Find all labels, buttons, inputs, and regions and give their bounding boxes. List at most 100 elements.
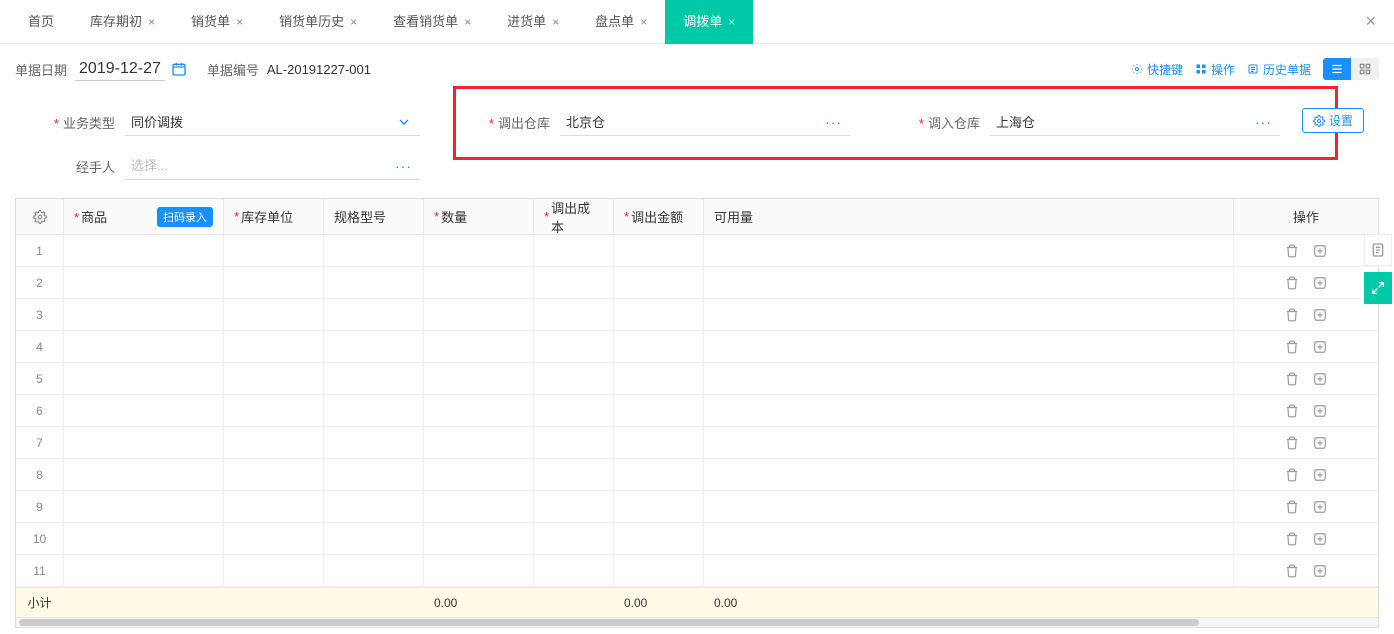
table-row[interactable]: 6	[16, 395, 1378, 427]
add-row-icon[interactable]	[1313, 372, 1327, 386]
close-icon[interactable]: ×	[350, 0, 357, 44]
settings-button[interactable]: 设置	[1302, 108, 1364, 133]
cell-amount[interactable]	[614, 459, 704, 490]
in-wh-input[interactable]	[990, 108, 1280, 136]
delete-row-icon[interactable]	[1285, 468, 1299, 482]
cell-spec[interactable]	[324, 395, 424, 426]
add-row-icon[interactable]	[1313, 436, 1327, 450]
cell-product[interactable]	[64, 491, 224, 522]
table-row[interactable]: 8	[16, 459, 1378, 491]
cell-cost[interactable]	[534, 299, 614, 330]
delete-row-icon[interactable]	[1285, 276, 1299, 290]
cell-unit[interactable]	[224, 427, 324, 458]
delete-row-icon[interactable]	[1285, 436, 1299, 450]
close-icon[interactable]: ×	[552, 0, 559, 44]
add-row-icon[interactable]	[1313, 308, 1327, 322]
cell-spec[interactable]	[324, 267, 424, 298]
cell-product[interactable]	[64, 363, 224, 394]
cell-cost[interactable]	[534, 491, 614, 522]
cell-product[interactable]	[64, 267, 224, 298]
tab-transfer-order[interactable]: 调拨单×	[665, 0, 753, 44]
cell-amount[interactable]	[614, 491, 704, 522]
cell-unit[interactable]	[224, 299, 324, 330]
gear-column[interactable]	[16, 199, 64, 234]
cell-cost[interactable]	[534, 427, 614, 458]
table-row[interactable]: 1	[16, 235, 1378, 267]
cell-product[interactable]	[64, 523, 224, 554]
tab-view-sales[interactable]: 查看销货单×	[375, 0, 489, 44]
tab-sales-history[interactable]: 销货单历史×	[261, 0, 375, 44]
cell-qty[interactable]	[424, 331, 534, 362]
close-icon[interactable]: ×	[236, 0, 243, 44]
cell-amount[interactable]	[614, 235, 704, 266]
cell-amount[interactable]	[614, 331, 704, 362]
cell-qty[interactable]	[424, 491, 534, 522]
table-row[interactable]: 3	[16, 299, 1378, 331]
close-icon[interactable]: ×	[464, 0, 471, 44]
scrollbar-thumb[interactable]	[19, 619, 1199, 626]
tab-inventory-init[interactable]: 库存期初×	[72, 0, 173, 44]
close-icon[interactable]: ×	[728, 0, 735, 44]
cell-product[interactable]	[64, 331, 224, 362]
cell-qty[interactable]	[424, 395, 534, 426]
delete-row-icon[interactable]	[1285, 308, 1299, 322]
cell-amount[interactable]	[614, 267, 704, 298]
cell-product[interactable]	[64, 427, 224, 458]
expand-icon[interactable]	[1364, 272, 1392, 304]
cell-unit[interactable]	[224, 555, 324, 586]
table-row[interactable]: 5	[16, 363, 1378, 395]
cell-spec[interactable]	[324, 331, 424, 362]
table-row[interactable]: 9	[16, 491, 1378, 523]
cell-spec[interactable]	[324, 299, 424, 330]
more-icon[interactable]: ···	[395, 158, 412, 174]
tab-stocktake[interactable]: 盘点单×	[577, 0, 665, 44]
cell-cost[interactable]	[534, 331, 614, 362]
table-row[interactable]: 11	[16, 555, 1378, 587]
handler-input[interactable]	[125, 152, 420, 180]
delete-row-icon[interactable]	[1285, 404, 1299, 418]
calendar-icon[interactable]	[171, 61, 187, 77]
cell-product[interactable]	[64, 459, 224, 490]
close-icon[interactable]: ×	[640, 0, 647, 44]
cell-unit[interactable]	[224, 491, 324, 522]
cell-cost[interactable]	[534, 395, 614, 426]
cell-cost[interactable]	[534, 363, 614, 394]
cell-amount[interactable]	[614, 523, 704, 554]
cell-qty[interactable]	[424, 427, 534, 458]
date-value[interactable]: 2019-12-27	[75, 58, 165, 81]
add-row-icon[interactable]	[1313, 244, 1327, 258]
table-row[interactable]: 7	[16, 427, 1378, 459]
delete-row-icon[interactable]	[1285, 372, 1299, 386]
cell-amount[interactable]	[614, 555, 704, 586]
cell-qty[interactable]	[424, 267, 534, 298]
close-all-icon[interactable]: ×	[1357, 11, 1384, 32]
chevron-down-icon[interactable]	[396, 114, 412, 130]
delete-row-icon[interactable]	[1285, 340, 1299, 354]
add-row-icon[interactable]	[1313, 340, 1327, 354]
cell-product[interactable]	[64, 395, 224, 426]
cell-amount[interactable]	[614, 299, 704, 330]
cell-spec[interactable]	[324, 523, 424, 554]
delete-row-icon[interactable]	[1285, 532, 1299, 546]
cell-unit[interactable]	[224, 235, 324, 266]
delete-row-icon[interactable]	[1285, 244, 1299, 258]
cell-cost[interactable]	[534, 267, 614, 298]
cell-cost[interactable]	[534, 555, 614, 586]
cell-qty[interactable]	[424, 523, 534, 554]
delete-row-icon[interactable]	[1285, 564, 1299, 578]
out-wh-input[interactable]	[560, 108, 850, 136]
tab-home[interactable]: 首页	[10, 0, 72, 44]
scan-entry-button[interactable]: 扫码录入	[157, 207, 213, 227]
horizontal-scrollbar[interactable]	[16, 617, 1378, 627]
cell-qty[interactable]	[424, 363, 534, 394]
cell-spec[interactable]	[324, 363, 424, 394]
cell-amount[interactable]	[614, 363, 704, 394]
cell-spec[interactable]	[324, 459, 424, 490]
grid-view-button[interactable]	[1351, 58, 1379, 80]
tab-purchase-order[interactable]: 进货单×	[489, 0, 577, 44]
cell-spec[interactable]	[324, 427, 424, 458]
cell-qty[interactable]	[424, 555, 534, 586]
cell-qty[interactable]	[424, 299, 534, 330]
history-link[interactable]: 历史单据	[1247, 61, 1311, 78]
cell-product[interactable]	[64, 555, 224, 586]
